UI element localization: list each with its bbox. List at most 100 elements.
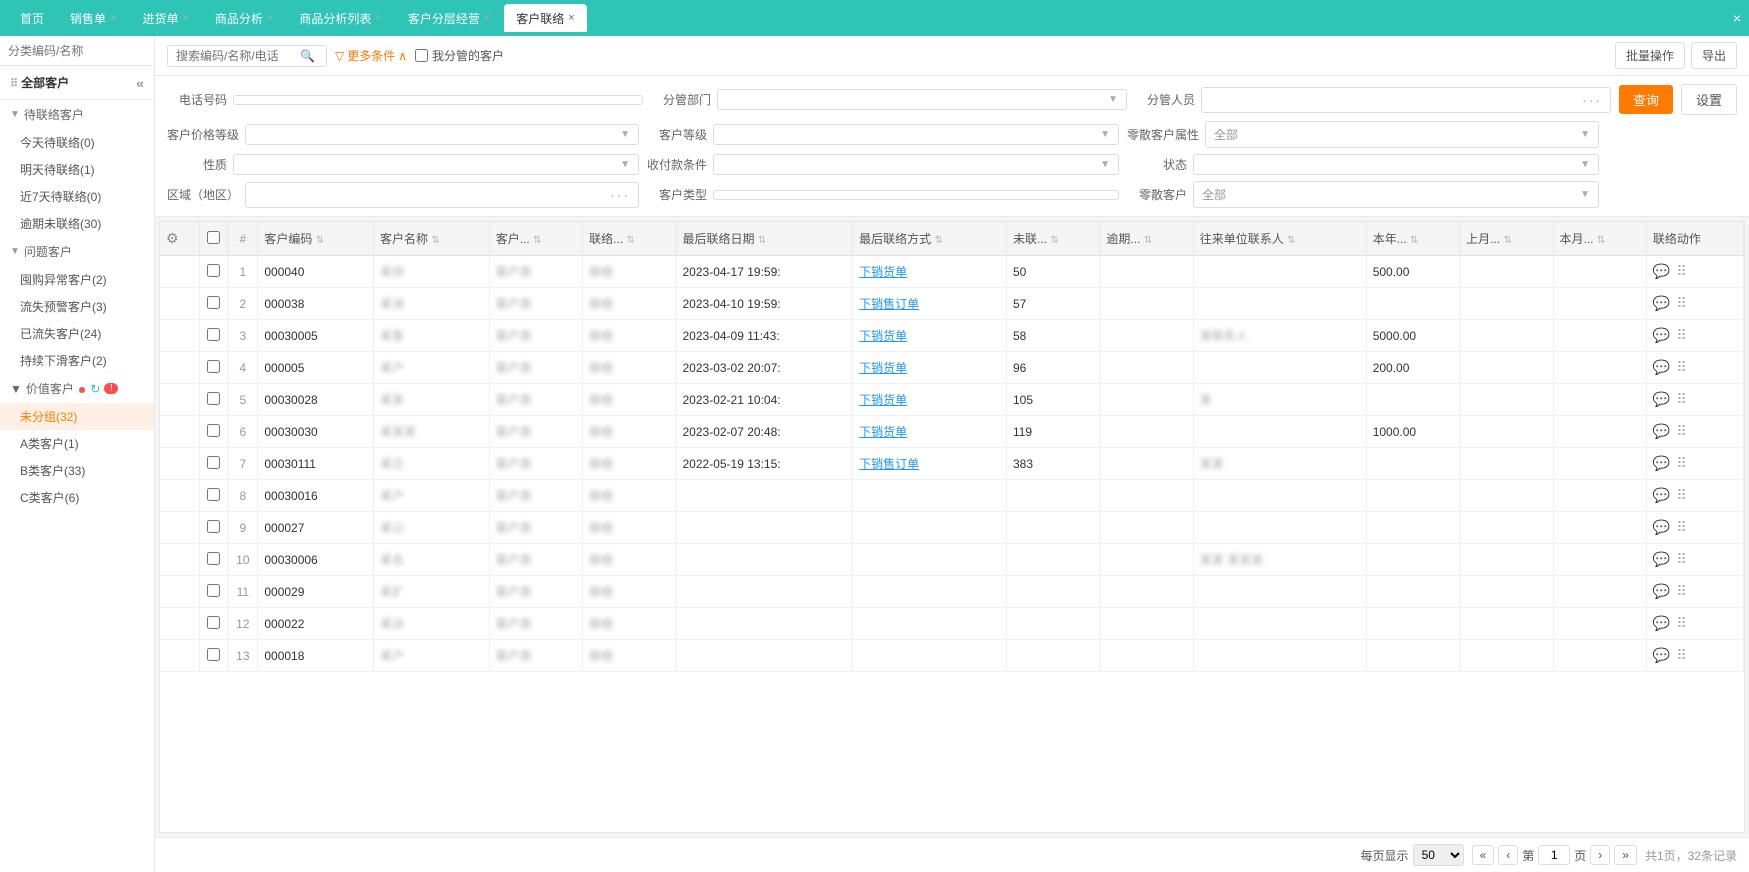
adv-retail-attr-select[interactable]: 全部▼: [1205, 121, 1599, 148]
action-grid-icon[interactable]: ⠿: [1676, 455, 1686, 472]
nav-tab-customer-segment[interactable]: 客户分层经营 ×: [396, 4, 502, 32]
close-product-analysis-list-icon[interactable]: ×: [375, 12, 381, 24]
nav-tab-home[interactable]: 首页: [8, 4, 56, 32]
row-checkbox[interactable]: [207, 424, 220, 437]
sidebar-all-customers[interactable]: ⠿ 全部客户 «: [0, 66, 154, 100]
settings-col-icon[interactable]: ⚙: [166, 230, 179, 246]
select-all-checkbox[interactable]: [207, 231, 220, 244]
contact-method-link[interactable]: 下销售订单: [859, 457, 919, 471]
col-type[interactable]: 客户... ⇅: [489, 222, 582, 256]
prev-page-button[interactable]: ‹: [1498, 845, 1518, 865]
row-checkbox[interactable]: [207, 520, 220, 533]
action-message-icon[interactable]: 💬: [1653, 327, 1670, 344]
close-product-analysis-icon[interactable]: ×: [267, 12, 273, 24]
col-last-contact-date[interactable]: 最后联络日期 ⇅: [676, 222, 853, 256]
filter-search-icon[interactable]: 🔍: [300, 49, 315, 63]
nav-tab-product-analysis[interactable]: 商品分析 ×: [203, 4, 285, 32]
adv-status-select[interactable]: ▼: [1193, 154, 1599, 175]
adv-nature-select[interactable]: ▼: [233, 154, 639, 175]
col-last-month[interactable]: 上月... ⇅: [1460, 222, 1553, 256]
action-message-icon[interactable]: 💬: [1653, 519, 1670, 536]
export-button[interactable]: 导出: [1691, 42, 1737, 69]
sidebar-item-today[interactable]: 今天待联络(0): [0, 129, 154, 156]
sidebar-item-class-c[interactable]: C类客户(6): [0, 484, 154, 511]
row-checkbox[interactable]: [207, 392, 220, 405]
sidebar-collapse-icon[interactable]: «: [136, 75, 144, 91]
last-page-button[interactable]: »: [1614, 845, 1637, 865]
refresh-icon[interactable]: ↻: [90, 382, 100, 396]
row-last-contact-method[interactable]: 下销货单: [853, 384, 1007, 416]
action-grid-icon[interactable]: ⠿: [1676, 551, 1686, 568]
nav-tab-product-analysis-list[interactable]: 商品分析列表 ×: [287, 4, 393, 32]
col-last-contact-method[interactable]: 最后联络方式 ⇅: [853, 222, 1007, 256]
row-checkbox[interactable]: [207, 360, 220, 373]
adv-region-select[interactable]: ···: [245, 182, 639, 208]
sidebar-item-tomorrow[interactable]: 明天待联络(1): [0, 156, 154, 183]
row-last-contact-method[interactable]: 下销货单: [853, 352, 1007, 384]
sidebar-item-churned[interactable]: 已流失客户(24): [0, 320, 154, 347]
sidebar-item-overdue[interactable]: 逾期未联络(30): [0, 210, 154, 237]
row-last-contact-method[interactable]: 下销售订单: [853, 288, 1007, 320]
row-last-contact-method[interactable]: 下销货单: [853, 416, 1007, 448]
sidebar-item-7days[interactable]: 近7天待联络(0): [0, 183, 154, 210]
action-grid-icon[interactable]: ⠿: [1676, 391, 1686, 408]
col-settings[interactable]: ⚙: [160, 222, 200, 256]
row-checkbox[interactable]: [207, 648, 220, 661]
action-message-icon[interactable]: 💬: [1653, 647, 1670, 664]
col-overdue[interactable]: 逾期... ⇅: [1100, 222, 1193, 256]
action-grid-icon[interactable]: ⠿: [1676, 647, 1686, 664]
action-message-icon[interactable]: 💬: [1653, 551, 1670, 568]
nav-tab-customer-contact[interactable]: 客户联络 ×: [504, 4, 586, 32]
close-customer-segment-icon[interactable]: ×: [484, 12, 490, 24]
action-message-icon[interactable]: 💬: [1653, 583, 1670, 600]
sidebar-group-value[interactable]: ▼ 价值客户 ● ↻ !: [0, 374, 154, 403]
row-last-contact-method[interactable]: 下销货单: [853, 256, 1007, 288]
contact-method-link[interactable]: 下销货单: [859, 329, 907, 343]
next-page-button[interactable]: ›: [1590, 845, 1610, 865]
col-this-month[interactable]: 本月... ⇅: [1553, 222, 1646, 256]
close-all-tabs-button[interactable]: ×: [1733, 10, 1741, 26]
nav-tab-sales[interactable]: 销售单 ×: [58, 4, 128, 32]
action-grid-icon[interactable]: ⠿: [1676, 519, 1686, 536]
col-code[interactable]: 客户编码 ⇅: [258, 222, 374, 256]
sidebar-item-class-b[interactable]: B类客户(33): [0, 457, 154, 484]
col-contact[interactable]: 联络... ⇅: [583, 222, 676, 256]
filter-search-input[interactable]: [176, 49, 296, 63]
sidebar-item-class-a[interactable]: A类客户(1): [0, 430, 154, 457]
sidebar-item-declining[interactable]: 持续下滑客户(2): [0, 347, 154, 374]
action-message-icon[interactable]: 💬: [1653, 295, 1670, 312]
sidebar-search-input[interactable]: [8, 44, 155, 58]
nav-tab-purchase[interactable]: 进货单 ×: [130, 4, 200, 32]
row-last-contact-method[interactable]: 下销货单: [853, 320, 1007, 352]
adv-customer-type-input[interactable]: [713, 190, 1119, 200]
adv-phone-input[interactable]: [233, 95, 643, 105]
action-message-icon[interactable]: 💬: [1653, 615, 1670, 632]
sidebar-item-churn-warning[interactable]: 流失预警客户(3): [0, 293, 154, 320]
action-message-icon[interactable]: 💬: [1653, 455, 1670, 472]
row-checkbox[interactable]: [207, 552, 220, 565]
close-customer-contact-icon[interactable]: ×: [568, 12, 574, 24]
sidebar-group-problem[interactable]: ▼ 问题客户: [0, 237, 154, 266]
action-grid-icon[interactable]: ⠿: [1676, 327, 1686, 344]
action-grid-icon[interactable]: ⠿: [1676, 359, 1686, 376]
action-message-icon[interactable]: 💬: [1653, 487, 1670, 504]
action-grid-icon[interactable]: ⠿: [1676, 295, 1686, 312]
action-grid-icon[interactable]: ⠿: [1676, 263, 1686, 280]
sidebar-group-pending[interactable]: ▼ 待联络客户: [0, 100, 154, 129]
contact-method-link[interactable]: 下销货单: [859, 393, 907, 407]
action-grid-icon[interactable]: ⠿: [1676, 615, 1686, 632]
row-checkbox[interactable]: [207, 488, 220, 501]
batch-op-button[interactable]: 批量操作: [1615, 42, 1685, 69]
row-last-contact-method[interactable]: 下销售订单: [853, 448, 1007, 480]
sidebar-item-ungroup[interactable]: 未分组(32): [0, 403, 154, 430]
row-checkbox[interactable]: [207, 584, 220, 597]
action-message-icon[interactable]: 💬: [1653, 391, 1670, 408]
adv-person-select[interactable]: ···: [1201, 87, 1611, 113]
row-checkbox[interactable]: [207, 296, 220, 309]
close-purchase-icon[interactable]: ×: [182, 12, 188, 24]
adv-price-grade-select[interactable]: ▼: [245, 124, 639, 145]
row-checkbox[interactable]: [207, 328, 220, 341]
adv-retail-customer-select[interactable]: 全部▼: [1193, 181, 1599, 208]
row-checkbox[interactable]: [207, 456, 220, 469]
col-this-year[interactable]: 本年... ⇅: [1366, 222, 1459, 256]
